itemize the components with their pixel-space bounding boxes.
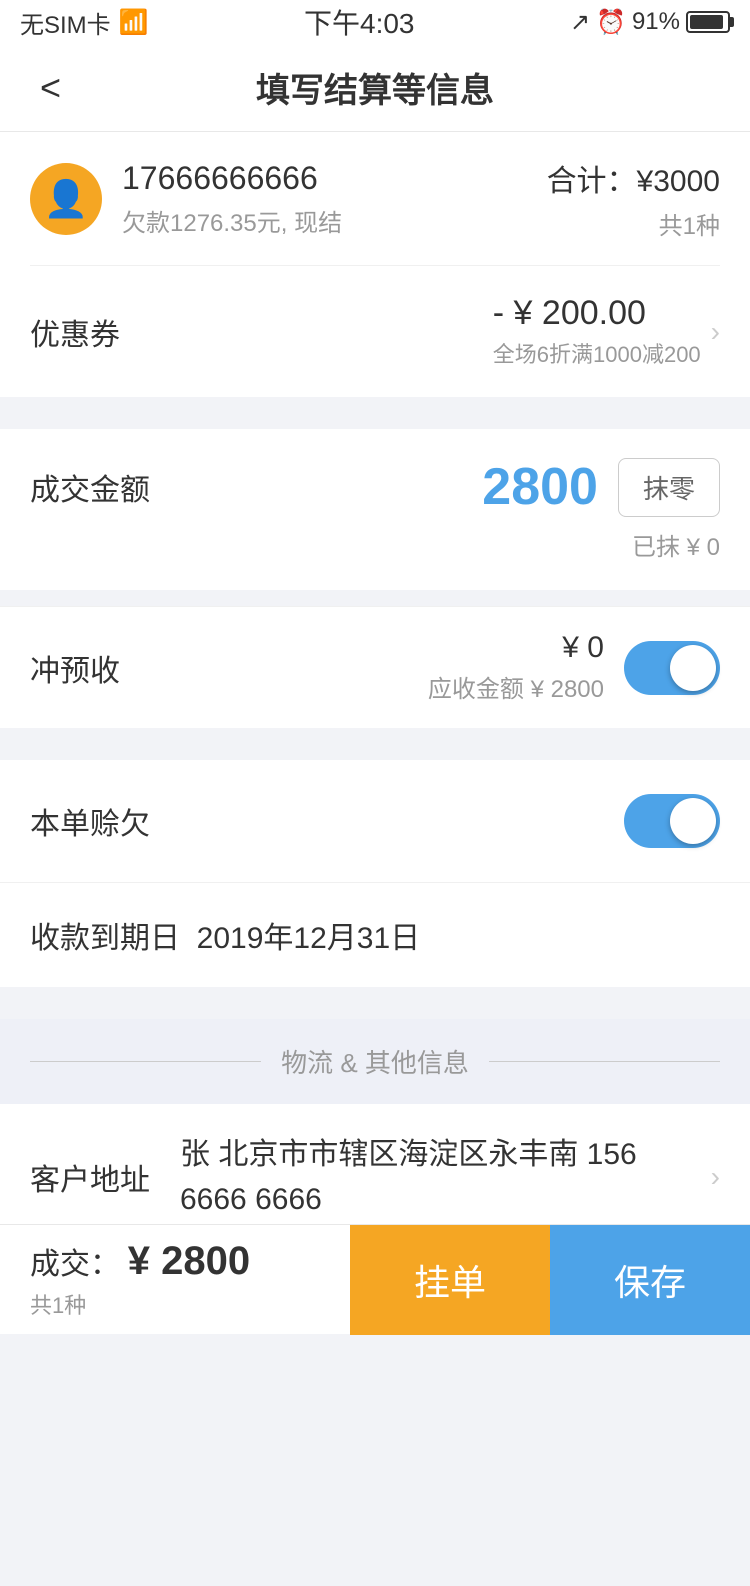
battery-icon — [686, 11, 730, 33]
amount-label: 成交金额 — [30, 465, 150, 509]
status-left: 无SIM卡 📶 — [20, 5, 149, 40]
due-date-value: 2019年12月31日 — [197, 922, 420, 955]
user-phone: 17666666666 — [122, 160, 342, 197]
coupon-chevron-icon: › — [711, 316, 720, 348]
battery-percent: 91% — [632, 8, 680, 36]
user-info-card: 👤 17666666666 欠款1276.35元, 现结 合计：¥3000 共1… — [0, 132, 750, 397]
prepay-sub: 应收金额 ¥ 2800 — [428, 669, 604, 704]
address-content: 张 北京市市辖区海淀区永丰南 156 6666 6666 — [180, 1132, 711, 1222]
address-chevron-icon: › — [711, 1161, 720, 1193]
arrear-toggle-knob — [670, 798, 716, 844]
amount-section: 成交金额 2800 抹零 已抹 ¥ 0 — [0, 429, 750, 590]
bottom-count: 共1种 — [30, 1288, 320, 1320]
amount-value: 2800 — [482, 457, 598, 517]
user-row: 👤 17666666666 欠款1276.35元, 现结 合计：¥3000 共1… — [0, 132, 750, 265]
bottom-deal-label: 成交： — [30, 1248, 120, 1281]
address-label: 客户地址 — [30, 1155, 150, 1199]
user-info: 17666666666 欠款1276.35元, 现结 — [122, 160, 342, 238]
status-bar: 无SIM卡 📶 下午4:03 ↗ ⏰ 91% — [0, 0, 750, 44]
user-debt: 欠款1276.35元, 现结 — [122, 203, 342, 238]
save-button[interactable]: 保存 — [550, 1225, 750, 1335]
round-zero-button[interactable]: 抹零 — [618, 458, 720, 517]
arrear-row: 本单赊欠 — [0, 760, 750, 882]
coupon-label: 优惠券 — [30, 310, 120, 354]
bottom-amount: ¥ 2800 — [128, 1239, 250, 1283]
coupon-discount: - ¥ 200.00 — [493, 294, 701, 333]
amount-sub: 已抹 ¥ 0 — [30, 527, 720, 562]
nav-bar: < 填写结算等信息 — [0, 44, 750, 132]
location-icon: ↗ — [570, 8, 590, 37]
coupon-row[interactable]: 优惠券 - ¥ 200.00 全场6折满1000减200 › — [0, 266, 750, 397]
content-area: 👤 17666666666 欠款1276.35元, 现结 合计：¥3000 共1… — [0, 132, 750, 1586]
order-total: 合计：¥3000 — [547, 156, 720, 200]
hang-order-button[interactable]: 挂单 — [350, 1225, 550, 1335]
prepay-right: ¥ 0 应收金额 ¥ 2800 — [428, 631, 720, 704]
logistics-label: 物流 & 其他信息 — [281, 1043, 469, 1080]
bottom-info: 成交： ¥ 2800 共1种 — [0, 1239, 350, 1320]
avatar-icon: 👤 — [44, 178, 89, 220]
prepay-toggle[interactable] — [624, 641, 720, 695]
carrier-text: 无SIM卡 — [20, 5, 111, 40]
page-title: 填写结算等信息 — [256, 63, 494, 112]
prepay-row: 冲预收 ¥ 0 应收金额 ¥ 2800 — [0, 606, 750, 728]
coupon-desc: 全场6折满1000减200 — [493, 337, 701, 369]
back-button[interactable]: < — [30, 57, 71, 119]
bottom-deal-row: 成交： ¥ 2800 — [30, 1239, 320, 1284]
alarm-icon: ⏰ — [596, 8, 626, 37]
arrear-card: 本单赊欠 收款到期日 2019年12月31日 — [0, 760, 750, 987]
logistics-line-right — [489, 1061, 720, 1062]
status-time: 下午4:03 — [304, 2, 415, 42]
amount-row: 成交金额 2800 抹零 — [30, 457, 720, 517]
wifi-icon: 📶 — [119, 8, 149, 37]
order-count: 共1种 — [547, 206, 720, 241]
due-date-row: 收款到期日 2019年12月31日 — [0, 882, 750, 987]
user-right: 合计：¥3000 共1种 — [547, 156, 720, 241]
coupon-right: - ¥ 200.00 全场6折满1000减200 › — [493, 294, 720, 369]
logistics-divider: 物流 & 其他信息 — [0, 1019, 750, 1104]
avatar: 👤 — [30, 163, 102, 235]
due-date-label: 收款到期日 2019年12月31日 — [30, 922, 420, 955]
user-left: 👤 17666666666 欠款1276.35元, 现结 — [30, 160, 342, 238]
bottom-bar: 成交： ¥ 2800 共1种 挂单 保存 — [0, 1224, 750, 1334]
toggle-knob — [670, 645, 716, 691]
arrear-toggle[interactable] — [624, 794, 720, 848]
arrear-label: 本单赊欠 — [30, 799, 150, 843]
section-gap-3 — [0, 1003, 750, 1019]
amount-right: 2800 抹零 — [482, 457, 720, 517]
section-gap-1 — [0, 413, 750, 429]
status-right: ↗ ⏰ 91% — [570, 8, 730, 37]
prepay-label: 冲预收 — [30, 646, 120, 690]
prepay-amount: ¥ 0 — [428, 631, 604, 665]
logistics-line-left — [30, 1061, 261, 1062]
section-gap-2 — [0, 744, 750, 760]
